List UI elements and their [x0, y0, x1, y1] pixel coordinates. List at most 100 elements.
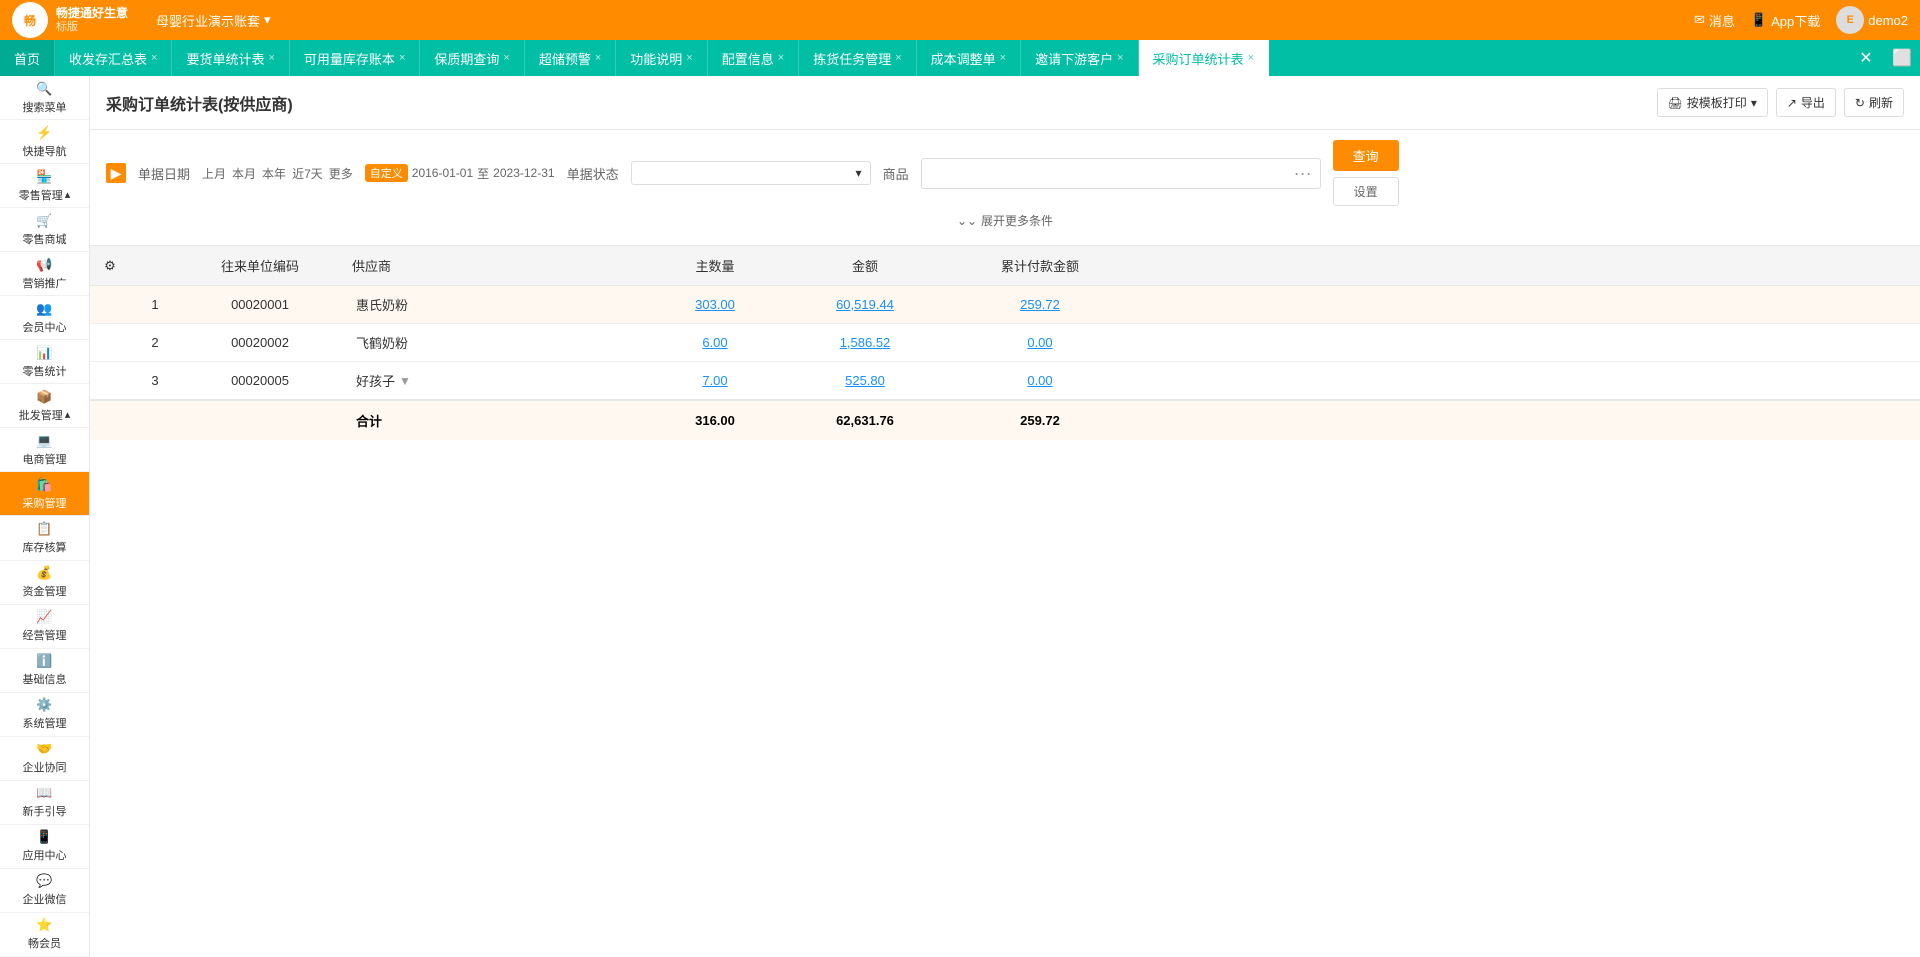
sidebar-item-yingxiao[interactable]: 📢 营销推广	[0, 252, 89, 296]
tab-gongneng[interactable]: 功能说明 ×	[616, 40, 707, 76]
sidebar-item-jichu[interactable]: ℹ️ 基础信息	[0, 649, 89, 693]
tab-yaoqing[interactable]: 邀请下游客户 ×	[1021, 40, 1138, 76]
row2-checkbox[interactable]	[90, 324, 130, 362]
tab-chengben[interactable]: 成本调整单 ×	[917, 40, 1021, 76]
date-this-month[interactable]: 本月	[232, 165, 256, 182]
row3-checkbox[interactable]	[90, 362, 130, 401]
tab-caigou[interactable]: 采购订单统计表 ×	[1139, 40, 1269, 76]
sidebar-lingshouk-label: 零售统计	[23, 363, 67, 379]
sidebar-item-kucun[interactable]: 📋 库存核算	[0, 516, 89, 560]
row2-amount[interactable]: 1,586.52	[790, 324, 940, 362]
export-btn[interactable]: ↗ 导出	[1776, 88, 1836, 117]
goods-dots-btn[interactable]: ···	[1294, 163, 1312, 184]
setting-btn[interactable]: 设置	[1333, 177, 1399, 206]
tab-keyongliang[interactable]: 可用量库存账本 ×	[290, 40, 420, 76]
col-extra-header	[1140, 246, 1920, 286]
book-icon: 📖	[36, 785, 52, 801]
sidebar-item-dianshang[interactable]: 💻 电商管理	[0, 428, 89, 472]
tab-close-icon[interactable]: ×	[595, 52, 601, 64]
row1-paid[interactable]: 259.72	[940, 286, 1140, 324]
template-print-btn[interactable]: 🖨 按模板打印 ▾	[1657, 88, 1768, 117]
sidebar-item-zijin[interactable]: 💰 资金管理	[0, 561, 89, 605]
goods-input[interactable]: ···	[921, 158, 1321, 189]
table-header-row: ⚙ 往来单位编码 供应商 主数量 金额 累计付款金额	[90, 246, 1920, 286]
tab-close-icon[interactable]: ×	[1000, 52, 1006, 64]
col-supplier-header[interactable]: 供应商	[340, 246, 640, 286]
tab-peizhi[interactable]: 配置信息 ×	[708, 40, 799, 76]
col-qty-header[interactable]: 主数量	[640, 246, 790, 286]
tab-close-icon[interactable]: ×	[778, 52, 784, 64]
col-code-header[interactable]: 往来单位编码	[180, 246, 340, 286]
refresh-btn[interactable]: ↻ 刷新	[1844, 88, 1904, 117]
sidebar-item-xitong[interactable]: ⚙️ 系统管理	[0, 693, 89, 737]
col-paid-header[interactable]: 累计付款金额	[940, 246, 1140, 286]
row2-qty-link[interactable]: 6.00	[702, 335, 727, 350]
row2-paid[interactable]: 0.00	[940, 324, 1140, 362]
tab-close-icon[interactable]: ×	[686, 52, 692, 64]
row1-amount-link[interactable]: 60,519.44	[836, 297, 894, 312]
sidebar-item-huiyuan[interactable]: 👥 会员中心	[0, 296, 89, 340]
row2-amount-link[interactable]: 1,586.52	[840, 335, 891, 350]
sidebar-item-lingshouk[interactable]: 📊 零售统计	[0, 340, 89, 384]
tab-close-icon[interactable]: ×	[151, 52, 157, 64]
maximize-btn[interactable]: ⬜	[1884, 40, 1920, 76]
tab-pinhuo[interactable]: 拣货任务管理 ×	[799, 40, 916, 76]
app-download-btn[interactable]: 📱 App下载	[1751, 11, 1820, 30]
filter-toggle-btn[interactable]: ▶	[106, 163, 126, 183]
col-amount-header[interactable]: 金额	[790, 246, 940, 286]
users-icon: 👥	[36, 301, 52, 317]
sidebar-item-caigou[interactable]: 🛍️ 采购管理	[0, 472, 89, 516]
sidebar-item-pifa[interactable]: 📦 批发管理▴	[0, 384, 89, 428]
sidebar-item-lingshous[interactable]: 🛒 零售商城	[0, 208, 89, 252]
row2-qty[interactable]: 6.00	[640, 324, 790, 362]
row1-qty[interactable]: 303.00	[640, 286, 790, 324]
sidebar-item-lingshou[interactable]: 🏪 零售管理▴	[0, 164, 89, 208]
row3-amount[interactable]: 525.80	[790, 362, 940, 401]
tab-close-icon[interactable]: ×	[268, 52, 274, 64]
expand-more-btn[interactable]: ⌄⌄ 展开更多条件	[106, 206, 1904, 235]
tab-close-icon[interactable]: ×	[1117, 52, 1123, 64]
tab-close-icon[interactable]: ×	[399, 52, 405, 64]
tab-baoguan[interactable]: 保质期查询 ×	[420, 40, 524, 76]
chart-icon: 📊	[36, 345, 52, 361]
sidebar-item-xinshou[interactable]: 📖 新手引导	[0, 781, 89, 825]
sidebar-item-kuaijie[interactable]: ⚡ 快捷导航	[0, 120, 89, 164]
user-profile[interactable]: E demo2	[1836, 6, 1908, 34]
tab-close-icon[interactable]: ×	[503, 52, 509, 64]
status-select[interactable]: ▾	[631, 161, 871, 185]
close-tab-btn[interactable]: ✕	[1848, 40, 1884, 76]
top-bar-left: 畅 畅捷通好生意 标版 母婴行业演示账套 ▾	[12, 2, 271, 38]
sidebar-item-yingyong[interactable]: 📱 应用中心	[0, 825, 89, 869]
date-7days[interactable]: 近7天	[292, 165, 323, 182]
tab-label: 功能说明	[630, 49, 682, 68]
tab-label: 超储预警	[539, 49, 591, 68]
row2-paid-link[interactable]: 0.00	[1027, 335, 1052, 350]
row1-qty-link[interactable]: 303.00	[695, 297, 735, 312]
row3-paid-link[interactable]: 0.00	[1027, 373, 1052, 388]
row1-amount[interactable]: 60,519.44	[790, 286, 940, 324]
sidebar-item-qiye[interactable]: 🤝 企业协同	[0, 737, 89, 781]
row1-paid-link[interactable]: 259.72	[1020, 297, 1060, 312]
tab-close-icon[interactable]: ×	[895, 52, 901, 64]
date-this-year[interactable]: 本年	[262, 165, 286, 182]
date-last-month[interactable]: 上月	[202, 165, 226, 182]
row3-qty-link[interactable]: 7.00	[702, 373, 727, 388]
col-settings[interactable]: ⚙	[90, 246, 130, 286]
row3-paid[interactable]: 0.00	[940, 362, 1140, 401]
tab-shoufahuizong[interactable]: 收发存汇总表 ×	[55, 40, 172, 76]
sidebar-item-search[interactable]: 🔍 搜索菜单	[0, 76, 89, 120]
row3-qty[interactable]: 7.00	[640, 362, 790, 401]
sidebar-item-jingying[interactable]: 📈 经营管理	[0, 605, 89, 649]
search-btn[interactable]: 查询	[1333, 140, 1399, 171]
tab-yaohuodantongji[interactable]: 要货单统计表 ×	[172, 40, 289, 76]
date-more[interactable]: 更多	[329, 165, 353, 182]
row3-amount-link[interactable]: 525.80	[845, 373, 885, 388]
tab-close-icon[interactable]: ×	[1248, 52, 1254, 64]
tab-home[interactable]: 首页	[0, 40, 55, 76]
message-btn[interactable]: ✉ 消息	[1694, 11, 1735, 30]
tab-chaochuyujing[interactable]: 超储预警 ×	[525, 40, 616, 76]
row1-checkbox[interactable]	[90, 286, 130, 324]
sidebar-item-chang[interactable]: ⭐ 畅会员	[0, 913, 89, 957]
account-dropdown[interactable]: 母婴行业演示账套 ▾	[156, 11, 271, 30]
sidebar-item-qiyew[interactable]: 💬 企业微信	[0, 869, 89, 913]
